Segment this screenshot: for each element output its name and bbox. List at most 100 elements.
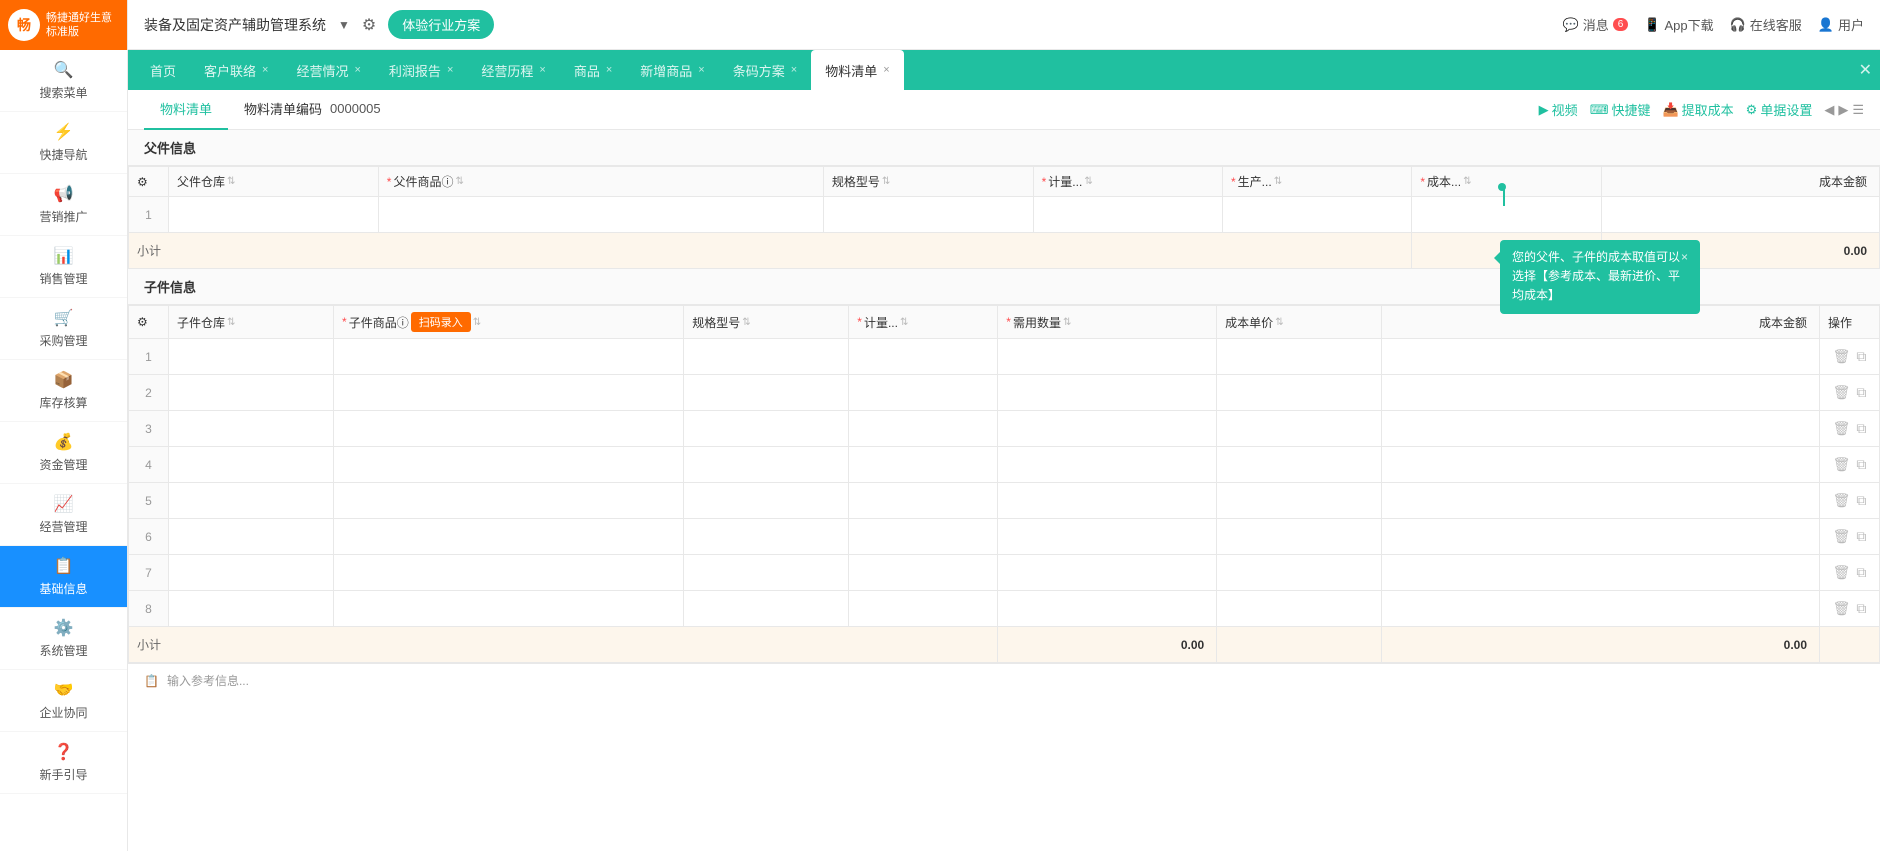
tab-customer[interactable]: 客户联络 × (190, 50, 282, 90)
sidebar-item-search[interactable]: 🔍 搜索菜单 (0, 50, 127, 112)
delete-icon-8[interactable]: 🗑 (1833, 600, 1851, 617)
sub-tab-bom-code[interactable]: 物料清单编码 0000005 (228, 90, 397, 130)
child-unit-3[interactable] (849, 411, 998, 447)
sub-tab-bom-list[interactable]: 物料清单 (144, 90, 228, 130)
child-spec-2[interactable] (684, 375, 849, 411)
delete-icon-1[interactable]: 🗑 (1833, 348, 1851, 365)
copy-icon-1[interactable]: ⧉ (1856, 348, 1866, 365)
child-qty-1[interactable] (998, 339, 1217, 375)
child-unit-7[interactable] (849, 555, 998, 591)
sidebar-item-guide[interactable]: ❓ 新手引导 (0, 732, 127, 794)
child-unit-2[interactable] (849, 375, 998, 411)
child-qty-2[interactable] (998, 375, 1217, 411)
app-download-button[interactable]: 📱 App下载 (1644, 15, 1713, 34)
tab-barcode-close[interactable]: × (791, 64, 797, 76)
copy-icon-2[interactable]: ⧉ (1856, 384, 1866, 401)
child-spec-6[interactable] (684, 519, 849, 555)
child-unit-cost-4[interactable] (1217, 447, 1382, 483)
child-goods-2[interactable] (334, 375, 684, 411)
child-goods-1[interactable] (334, 339, 684, 375)
child-spec-4[interactable] (684, 447, 849, 483)
child-spec-3[interactable] (684, 411, 849, 447)
child-qty-8[interactable] (998, 591, 1217, 627)
copy-icon-7[interactable]: ⧉ (1856, 564, 1866, 581)
parent-unit-1[interactable] (1033, 197, 1222, 233)
child-unit-cost-5[interactable] (1217, 483, 1382, 519)
child-warehouse-2[interactable] (169, 375, 334, 411)
parent-goods-1[interactable] (378, 197, 823, 233)
settings-gear-icon[interactable]: ⚙ (362, 15, 376, 35)
child-spec-8[interactable] (684, 591, 849, 627)
tab-goods[interactable]: 商品 × (560, 50, 626, 90)
parent-warehouse-1[interactable] (169, 197, 379, 233)
child-unit-4[interactable] (849, 447, 998, 483)
child-unit-8[interactable] (849, 591, 998, 627)
child-unit-cost-3[interactable] (1217, 411, 1382, 447)
user-avatar[interactable]: 👤 用户 (1818, 15, 1864, 34)
parent-th-settings[interactable]: ⚙ (129, 167, 169, 197)
child-warehouse-3[interactable] (169, 411, 334, 447)
tab-new-goods[interactable]: 新增商品 × (626, 50, 718, 90)
shortcut-action[interactable]: ⌨ 快捷键 (1590, 100, 1651, 119)
tab-customer-close[interactable]: × (262, 64, 268, 76)
sidebar-item-finance[interactable]: 💰 资金管理 (0, 422, 127, 484)
child-goods-5[interactable] (334, 483, 684, 519)
child-goods-6[interactable] (334, 519, 684, 555)
sidebar-item-sales[interactable]: 📊 销售管理 (0, 236, 127, 298)
tab-operations-close[interactable]: × (354, 64, 360, 76)
copy-icon-4[interactable]: ⧉ (1856, 456, 1866, 473)
sidebar-item-inventory[interactable]: 📦 库存核算 (0, 360, 127, 422)
child-goods-3[interactable] (334, 411, 684, 447)
child-warehouse-8[interactable] (169, 591, 334, 627)
child-warehouse-7[interactable] (169, 555, 334, 591)
nav-prev-icon[interactable]: ◀ (1824, 102, 1834, 118)
copy-icon-3[interactable]: ⧉ (1856, 420, 1866, 437)
nav-list-icon[interactable]: ☰ (1852, 102, 1864, 118)
scan-button[interactable]: 扫码录入 (411, 312, 471, 332)
copy-icon-8[interactable]: ⧉ (1856, 600, 1866, 617)
message-button[interactable]: 💬 消息 6 (1563, 15, 1629, 34)
child-unit-cost-6[interactable] (1217, 519, 1382, 555)
copy-icon-6[interactable]: ⧉ (1856, 528, 1866, 545)
sidebar-item-basics[interactable]: 📋 基础信息 (0, 546, 127, 608)
child-unit-cost-1[interactable] (1217, 339, 1382, 375)
child-qty-6[interactable] (998, 519, 1217, 555)
parent-cost-1[interactable] (1412, 197, 1601, 233)
tab-profit[interactable]: 利润报告 × (375, 50, 467, 90)
child-unit-5[interactable] (849, 483, 998, 519)
child-unit-cost-2[interactable] (1217, 375, 1382, 411)
child-qty-4[interactable] (998, 447, 1217, 483)
delete-icon-6[interactable]: 🗑 (1833, 528, 1851, 545)
parent-spec-1[interactable] (823, 197, 1033, 233)
child-spec-7[interactable] (684, 555, 849, 591)
sidebar-item-operations[interactable]: 📈 经营管理 (0, 484, 127, 546)
child-goods-4[interactable] (334, 447, 684, 483)
child-warehouse-4[interactable] (169, 447, 334, 483)
nav-next-icon[interactable]: ▶ (1838, 102, 1848, 118)
tab-history-close[interactable]: × (539, 64, 545, 76)
delete-icon-5[interactable]: 🗑 (1833, 492, 1851, 509)
tab-home[interactable]: 首页 (136, 50, 190, 90)
tab-history[interactable]: 经营历程 × (467, 50, 559, 90)
tab-goods-close[interactable]: × (606, 64, 612, 76)
tab-new-goods-close[interactable]: × (698, 64, 704, 76)
child-warehouse-5[interactable] (169, 483, 334, 519)
child-spec-1[interactable] (684, 339, 849, 375)
parent-production-1[interactable] (1223, 197, 1412, 233)
delete-icon-3[interactable]: 🗑 (1833, 420, 1851, 437)
child-unit-1[interactable] (849, 339, 998, 375)
child-goods-8[interactable] (334, 591, 684, 627)
delete-icon-2[interactable]: 🗑 (1833, 384, 1851, 401)
view-action[interactable]: ▶ 视频 (1539, 100, 1578, 119)
child-unit-6[interactable] (849, 519, 998, 555)
child-goods-7[interactable] (334, 555, 684, 591)
tab-operations[interactable]: 经营情况 × (282, 50, 374, 90)
child-unit-cost-8[interactable] (1217, 591, 1382, 627)
delete-icon-7[interactable]: 🗑 (1833, 564, 1851, 581)
tooltip-close-button[interactable]: × (1681, 248, 1688, 267)
child-th-settings[interactable]: ⚙ (129, 306, 169, 339)
single-settings-action[interactable]: ⚙ 单据设置 (1746, 100, 1813, 119)
extract-cost-action[interactable]: 📥 提取成本 (1662, 100, 1733, 119)
delete-icon-4[interactable]: 🗑 (1833, 456, 1851, 473)
child-qty-3[interactable] (998, 411, 1217, 447)
